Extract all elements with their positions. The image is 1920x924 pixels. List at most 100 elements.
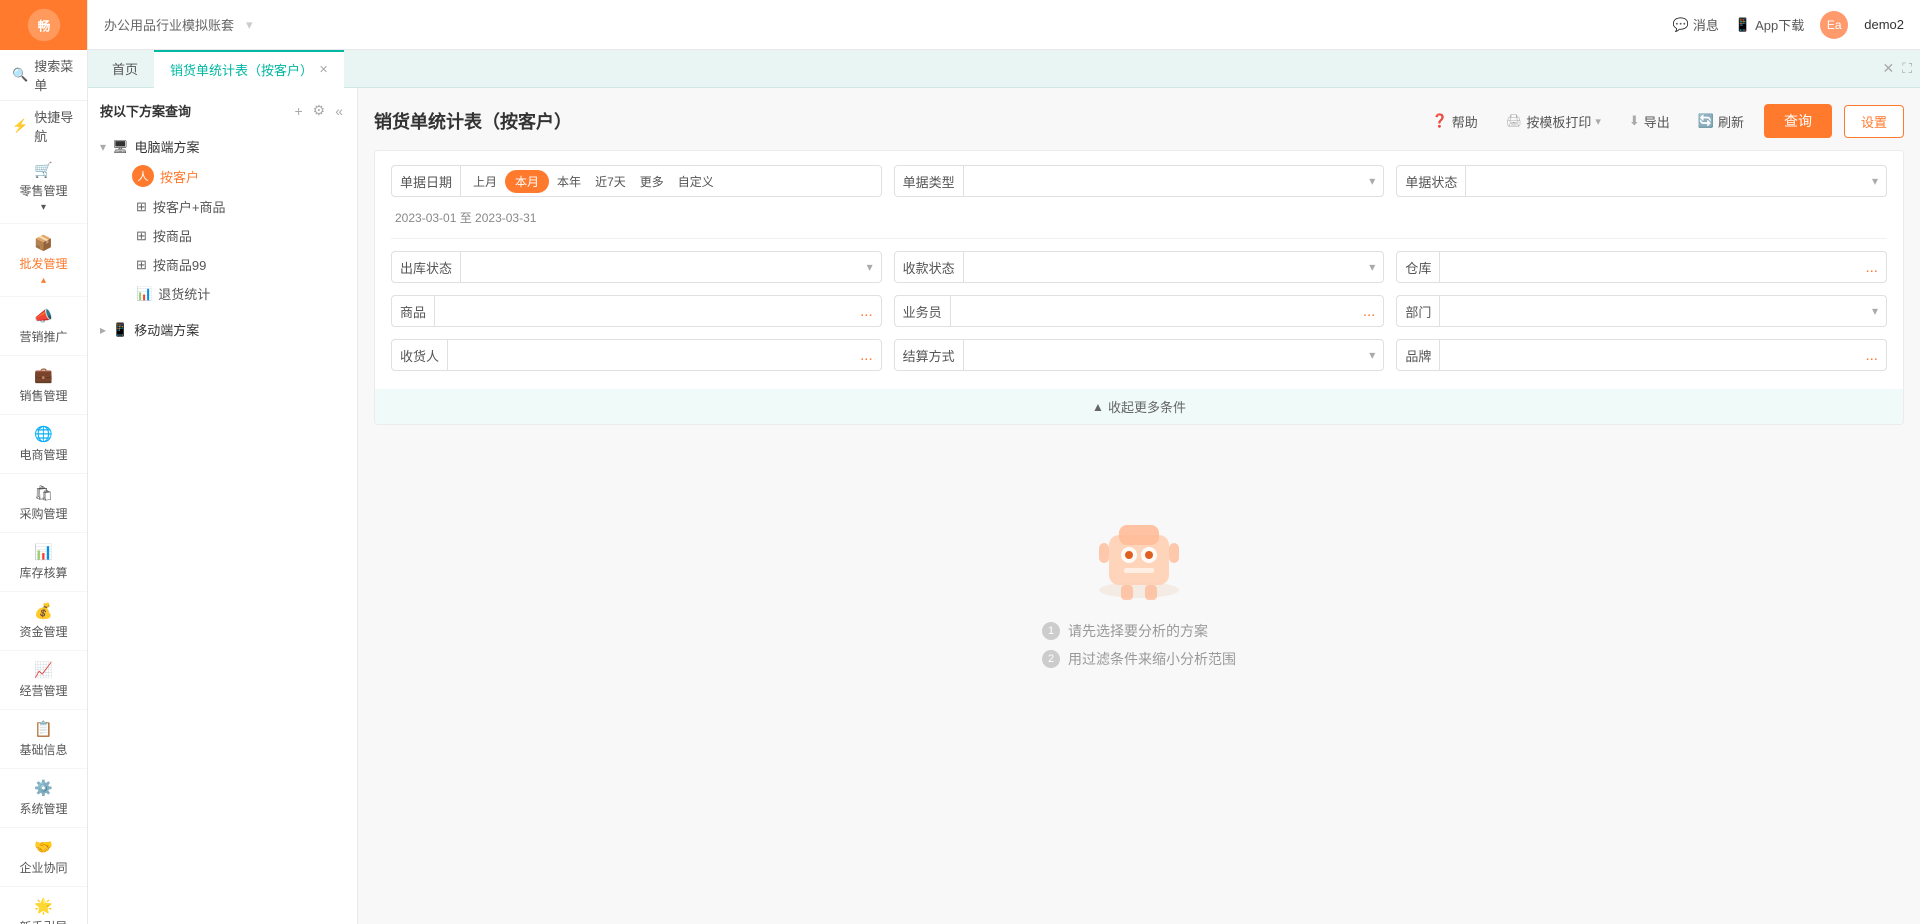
avatar-label: Ea	[1827, 18, 1842, 32]
tree-item-by-customer[interactable]: 人 按客户	[100, 160, 345, 192]
warehouse-field[interactable]: 仓库 ...	[1396, 251, 1887, 283]
product-dots-icon[interactable]: ...	[852, 303, 881, 320]
expand-icon: ▴	[41, 275, 46, 286]
warehouse-dots-icon[interactable]: ...	[1857, 259, 1886, 276]
tree-group-header-mobile[interactable]: ▸ 📱 移动端方案	[100, 316, 345, 343]
sidebar-item-purchase[interactable]: 🛍 采购管理	[0, 474, 87, 533]
doc-status-arrow-icon[interactable]: ▾	[1864, 174, 1886, 188]
export-button[interactable]: ⬇ 导出	[1621, 108, 1678, 135]
tree-item-by-product99[interactable]: ⊞ 按商品99	[100, 250, 345, 279]
app-download-button[interactable]: 📱 App下载	[1735, 15, 1804, 34]
tree-item-label: 按客户	[160, 167, 199, 186]
salesperson-dots-icon[interactable]: ...	[1355, 303, 1384, 320]
tab-close-icon[interactable]: ✕	[319, 63, 328, 76]
refresh-icon: 🔄	[1698, 113, 1714, 129]
query-button[interactable]: 查询	[1764, 104, 1832, 138]
tree-group-label: 电脑端方案	[135, 137, 200, 156]
right-content-area: 销货单统计表（按客户） ❓ 帮助 🖨 按模板打印 ▾ ⬇ 导出	[358, 88, 1920, 924]
payment-field[interactable]: 收款状态 ▾	[894, 251, 1385, 283]
tab-close-button[interactable]: ✕	[1882, 60, 1894, 77]
tree-item-by-product[interactable]: ⊞ 按商品	[100, 221, 345, 250]
quick-nav[interactable]: ⚡ 快捷导航	[0, 101, 87, 151]
topbar-right: 💬 消息 📱 App下载 Ea demo2	[1673, 11, 1904, 39]
receiver-dots-icon[interactable]: ...	[852, 347, 881, 364]
brand-label: 品牌	[1397, 340, 1440, 370]
sidebar-item-basic[interactable]: 📋 基础信息	[0, 710, 87, 769]
avatar[interactable]: Ea	[1820, 11, 1848, 39]
tree-group-mobile: ▸ 📱 移动端方案	[88, 312, 357, 347]
sidebar-item-ecommerce[interactable]: 🌐 电商管理	[0, 415, 87, 474]
department-field[interactable]: 部门 ▾	[1396, 295, 1887, 327]
receiver-field[interactable]: 收货人 ...	[391, 339, 882, 371]
sidebar-item-wholesale[interactable]: 📦 批发管理 ▴	[0, 224, 87, 297]
tab-maximize-button[interactable]: ⛶	[1902, 60, 1912, 77]
enterprise-icon: 🤝	[34, 838, 53, 856]
date-btn-this-month[interactable]: 本月	[505, 170, 549, 193]
sidebar-menu: 🛒 零售管理 ▾ 📦 批发管理 ▴ 📣 营销推广 💼 销售管理 🌐 电商管理 🛍…	[0, 151, 87, 924]
doc-status-field[interactable]: 单据状态 ▾	[1396, 165, 1887, 197]
sales-icon: 💼	[34, 366, 53, 384]
sidebar-item-newbie[interactable]: 🌟 新手引导	[0, 887, 87, 924]
add-plan-button[interactable]: +	[292, 100, 304, 121]
doc-type-arrow-icon[interactable]: ▾	[1361, 174, 1383, 188]
print-button[interactable]: 🖨 按模板打印 ▾	[1498, 108, 1609, 135]
retail-icon: 🛒	[34, 161, 53, 179]
tree-group-header-desktop[interactable]: ▾ 🖥 电脑端方案	[100, 133, 345, 160]
export-label: 导出	[1644, 112, 1670, 131]
tab-home[interactable]: 首页	[96, 50, 154, 88]
settings-plan-button[interactable]: ⚙	[311, 100, 328, 121]
tree-item-label: 按商品	[153, 226, 192, 245]
date-btn-7days[interactable]: 近7天	[589, 171, 632, 192]
search-menu[interactable]: 🔍 搜索菜单	[0, 50, 87, 101]
sidebar-item-label: 企业协同	[19, 859, 67, 876]
delivery-arrow-icon[interactable]: ▾	[859, 260, 881, 274]
salesperson-field[interactable]: 业务员 ...	[894, 295, 1385, 327]
sidebar-item-enterprise[interactable]: 🤝 企业协同	[0, 828, 87, 887]
sidebar-item-finance[interactable]: 💰 资金管理	[0, 592, 87, 651]
brand-dots-icon[interactable]: ...	[1857, 347, 1886, 364]
date-btn-custom[interactable]: 自定义	[672, 171, 720, 192]
filter-inner: 单据日期 上月 本月 本年 近7天 更多 自定义	[375, 151, 1903, 389]
message-button[interactable]: 💬 消息	[1673, 15, 1719, 34]
sidebar-item-system[interactable]: ⚙️ 系统管理	[0, 769, 87, 828]
tree-item-return-stat[interactable]: 📊 退货统计	[100, 279, 345, 308]
sidebar-item-operation[interactable]: 📈 经营管理	[0, 651, 87, 710]
department-arrow-icon[interactable]: ▾	[1864, 304, 1886, 318]
refresh-button[interactable]: 🔄 刷新	[1690, 108, 1752, 135]
date-btn-this-year[interactable]: 本年	[551, 171, 587, 192]
search-label: 搜索菜单	[34, 56, 75, 94]
warehouse-label: 仓库	[1397, 252, 1440, 282]
payment-arrow-icon[interactable]: ▾	[1361, 260, 1383, 274]
doc-type-field[interactable]: 单据类型 ▾	[894, 165, 1385, 197]
sidebar-item-marketing[interactable]: 📣 营销推广	[0, 297, 87, 356]
print-icon: 🖨	[1506, 113, 1523, 129]
nav-label: 快捷导航	[34, 107, 75, 145]
settlement-field[interactable]: 结算方式 ▾	[894, 339, 1385, 371]
collapse-panel-button[interactable]: «	[333, 100, 345, 121]
tip-num-2: 2	[1042, 650, 1060, 668]
brand-field[interactable]: 品牌 ...	[1396, 339, 1887, 371]
product-field[interactable]: 商品 ...	[391, 295, 882, 327]
topbar-left: 办公用品行业模拟账套 ▾	[104, 15, 257, 34]
product-icon: ⊞	[136, 228, 147, 244]
sidebar: 畅 🔍 搜索菜单 ⚡ 快捷导航 🛒 零售管理 ▾ 📦 批发管理 ▴ 📣 营销推广…	[0, 0, 88, 924]
main-content: 办公用品行业模拟账套 ▾ 💬 消息 📱 App下载 Ea demo2 首页 销货…	[88, 0, 1920, 924]
tree-item-label: 按客户+商品	[153, 197, 226, 216]
collapse-filter-button[interactable]: ▲ 收起更多条件	[375, 389, 1903, 424]
sidebar-item-sales[interactable]: 💼 销售管理	[0, 356, 87, 415]
tab-sales-stat[interactable]: 销货单统计表（按客户） ✕	[154, 50, 344, 88]
date-btn-more[interactable]: 更多	[634, 171, 670, 192]
date-field[interactable]: 单据日期 上月 本月 本年 近7天 更多 自定义	[391, 165, 882, 197]
tree-item-by-customer-product[interactable]: ⊞ 按客户+商品	[100, 192, 345, 221]
sidebar-item-retail[interactable]: 🛒 零售管理 ▾	[0, 151, 87, 224]
date-btn-last-month[interactable]: 上月	[467, 171, 503, 192]
settings-button[interactable]: 设置	[1844, 105, 1904, 138]
delivery-field[interactable]: 出库状态 ▾	[391, 251, 882, 283]
sidebar-item-label: 营销推广	[19, 328, 67, 345]
settlement-arrow-icon[interactable]: ▾	[1361, 348, 1383, 362]
ecommerce-icon: 🌐	[34, 425, 53, 443]
doc-status-label: 单据状态	[1397, 166, 1466, 196]
return-stat-icon: 📊	[136, 286, 152, 302]
help-button[interactable]: ❓ 帮助	[1424, 108, 1486, 135]
sidebar-item-inventory[interactable]: 📊 库存核算	[0, 533, 87, 592]
